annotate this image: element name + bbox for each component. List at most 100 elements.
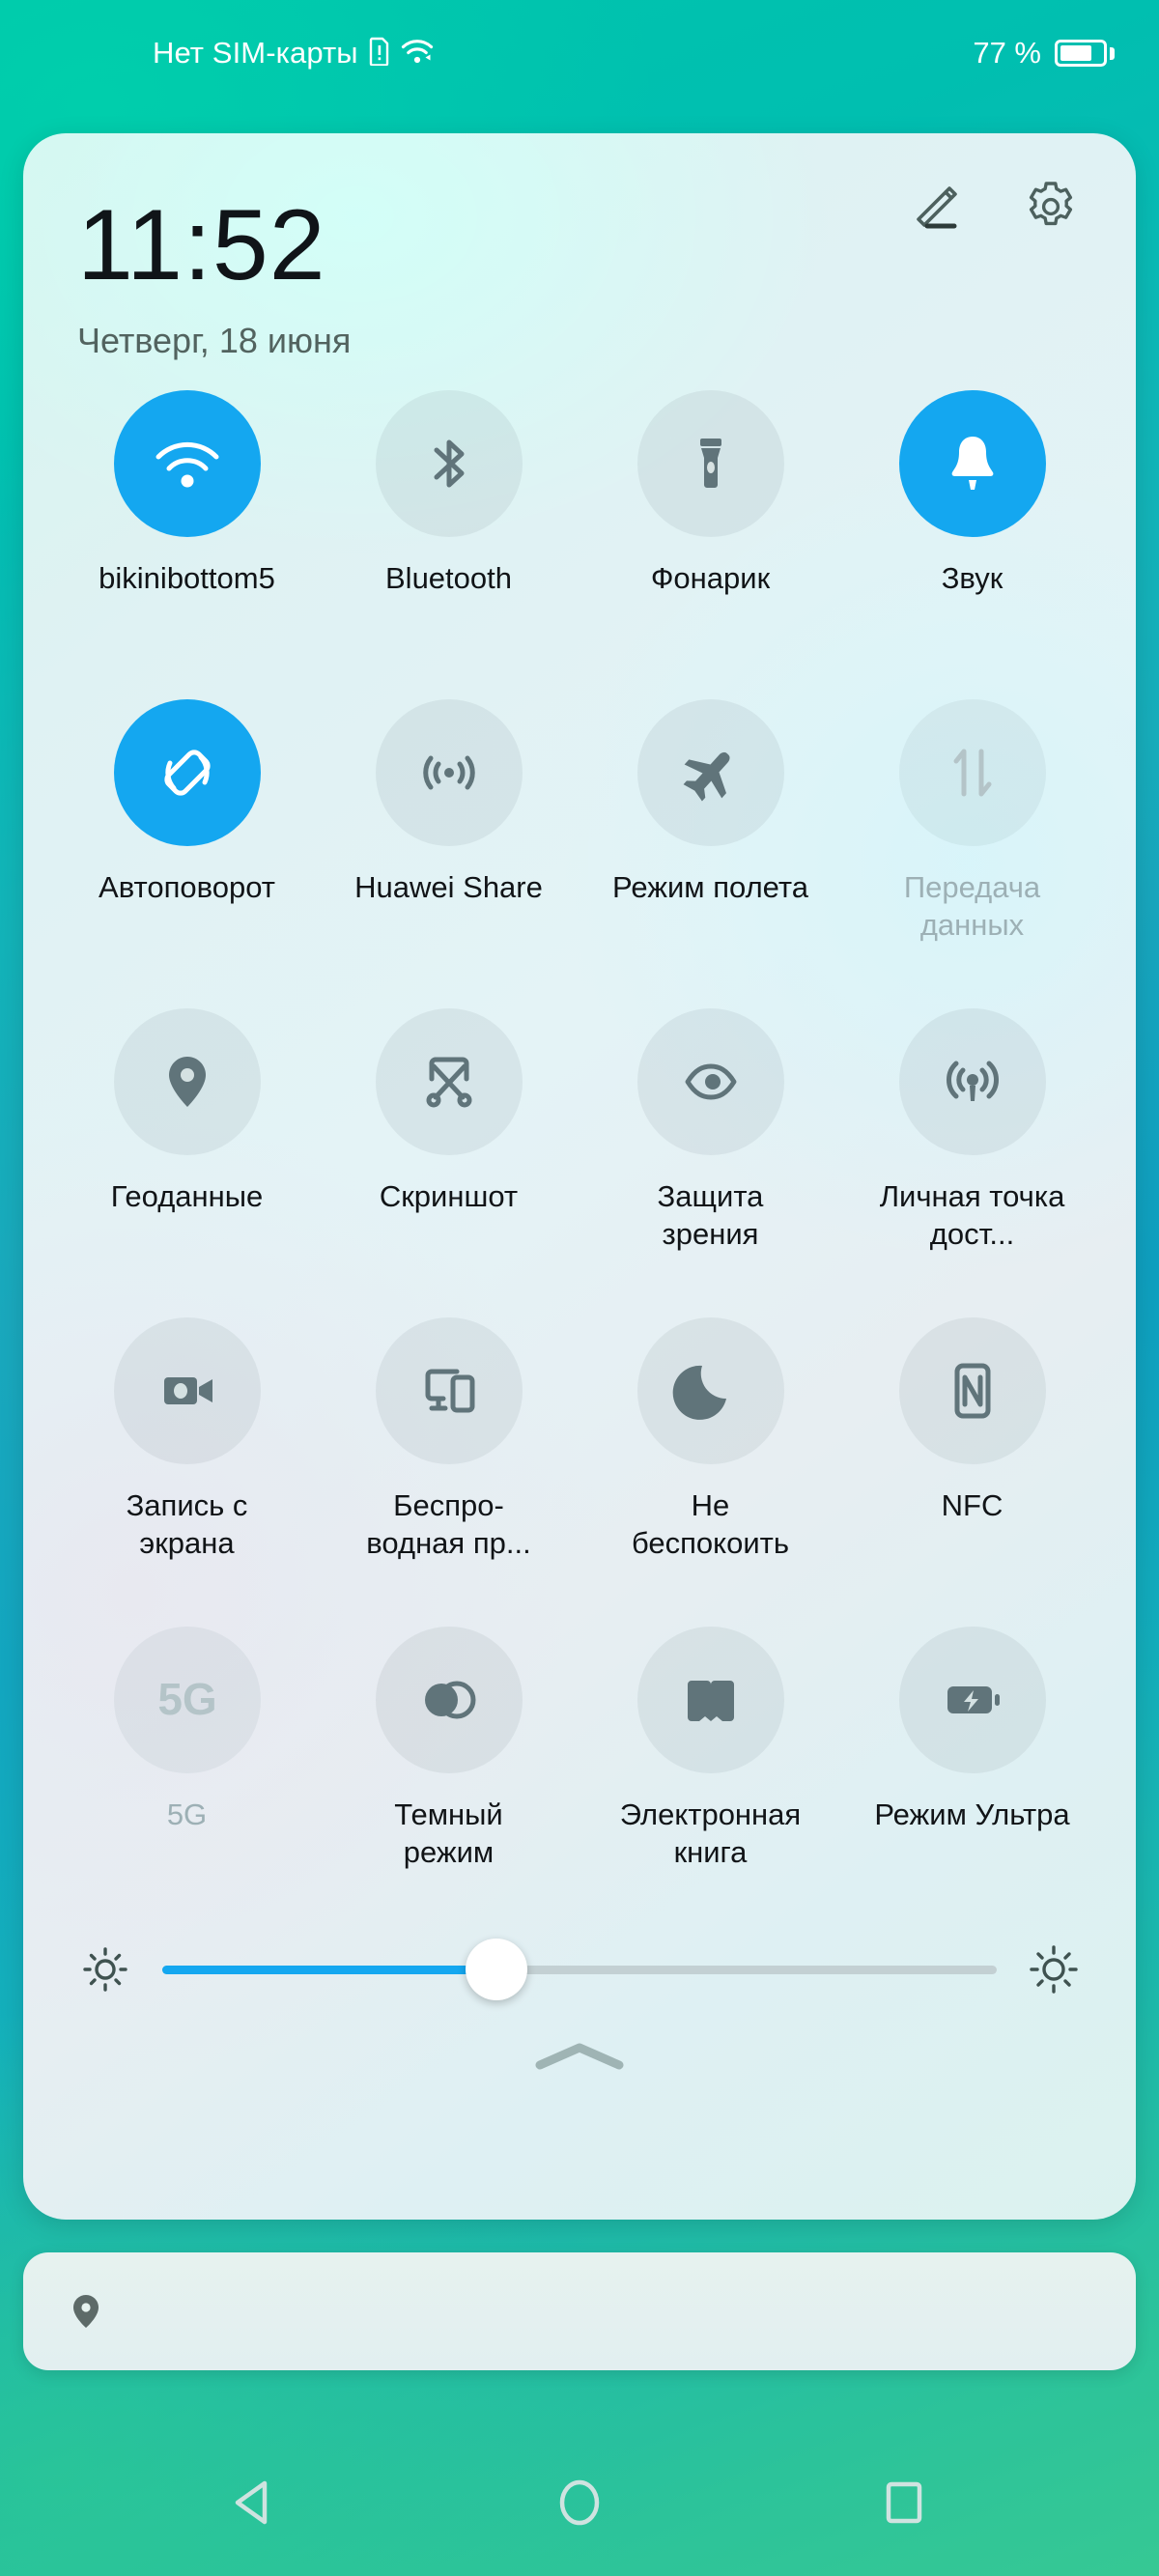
tile-mobile-data[interactable]: Передача данных: [841, 666, 1103, 976]
battery-icon: [1055, 40, 1115, 67]
svg-text:5G: 5G: [157, 1674, 216, 1724]
tile-ebook[interactable]: Электронная книга: [580, 1594, 841, 1903]
brightness-low-icon[interactable]: [77, 1941, 133, 1997]
tile-wireless-projection[interactable]: Беспро-водная пр...: [318, 1285, 580, 1594]
tile-label: Беспро-водная пр...: [366, 1488, 531, 1560]
data-transfer-icon: [953, 749, 991, 797]
tile-wifi-circle: [113, 390, 261, 537]
panel-header-actions: [908, 178, 1080, 236]
quick-settings-panel: 11:52 Четверг, 18 июня bikinibottom5 Blu…: [23, 133, 1136, 2220]
book-icon: [687, 1681, 734, 1721]
status-bar: Нет SIM-карты 77 %: [0, 0, 1159, 106]
navigation-bar: [0, 2429, 1159, 2576]
scissors-icon: [426, 1057, 471, 1108]
tile-label: Скриншот: [379, 1179, 519, 1213]
flashlight-icon: [699, 439, 721, 488]
tile-flashlight-circle: [636, 390, 784, 537]
tile-eye-comfort-circle: [636, 1008, 784, 1155]
tile-label: Геоданные: [110, 1179, 264, 1213]
nfc-icon: [954, 1363, 990, 1419]
airplane-icon: [683, 751, 730, 802]
tile-ultra-power-saving-circle: [898, 1627, 1046, 1773]
tile-do-not-disturb[interactable]: Не беспокоить: [580, 1285, 841, 1594]
slider-thumb[interactable]: [465, 1939, 527, 2000]
location-pin-icon: [168, 1057, 206, 1107]
tile-eye-comfort[interactable]: Защита зрения: [580, 976, 841, 1285]
tile-screenshot[interactable]: Скриншот: [318, 976, 580, 1285]
tile-bluetooth-circle: [375, 390, 523, 537]
auto-rotate-icon: [163, 750, 211, 796]
home-circle-icon: [559, 2479, 600, 2526]
notification-card[interactable]: [23, 2252, 1136, 2370]
tile-screen-record[interactable]: Запись с экрана: [56, 1285, 318, 1594]
tile-label: Электронная книга: [619, 1798, 802, 1869]
tile-do-not-disturb-circle: [636, 1317, 784, 1464]
tile-nfc[interactable]: NFC: [841, 1285, 1103, 1594]
tile-label: Режим Ультра: [874, 1798, 1070, 1831]
tile-label: Звук: [941, 561, 1004, 595]
slider-track-fill: [162, 1965, 496, 1974]
bell-icon: [951, 437, 993, 490]
tile-label: Темный режим: [394, 1798, 503, 1869]
tile-label: 5G: [166, 1798, 208, 1831]
tile-huawei-share-circle: [375, 699, 523, 846]
home-button[interactable]: [533, 2456, 626, 2549]
tile-label: Bluetooth: [385, 561, 512, 595]
pencil-icon[interactable]: [908, 178, 966, 236]
gear-icon[interactable]: [1022, 178, 1080, 236]
tile-nfc-circle: [898, 1317, 1046, 1464]
tile-bluetooth[interactable]: Bluetooth: [318, 357, 580, 666]
tile-mobile-data-circle: [898, 699, 1046, 846]
tile-label: Не беспокоить: [632, 1488, 789, 1560]
moon-icon: [672, 1365, 726, 1420]
tile-flashlight[interactable]: Фонарик: [580, 357, 841, 666]
tile-screenshot-circle: [375, 1008, 523, 1155]
tile-wireless-projection-circle: [375, 1317, 523, 1464]
tile-label: bikinibottom5: [99, 561, 275, 595]
screen-record-icon: [163, 1377, 212, 1404]
carrier-label: Нет SIM-карты: [153, 36, 358, 70]
panel-date: Четверг, 18 июня: [77, 321, 352, 360]
huawei-share-icon: [422, 755, 475, 790]
tile-hotspot[interactable]: Личная точка дост...: [841, 976, 1103, 1285]
brightness-high-icon[interactable]: [1026, 1941, 1082, 1997]
tile-label: Huawei Share: [354, 870, 543, 904]
brightness-control: [23, 1903, 1136, 2000]
sim-alert-icon: [369, 37, 390, 71]
tile-ultra-power-saving[interactable]: Режим Ультра: [841, 1594, 1103, 1903]
back-button[interactable]: [209, 2456, 301, 2549]
tile-label: Автоповорот: [99, 870, 275, 904]
tile-label: Запись с экрана: [126, 1488, 248, 1560]
tile-dark-mode-circle: [375, 1627, 523, 1773]
eye-icon: [685, 1063, 736, 1100]
tile-dark-mode[interactable]: Темный режим: [318, 1594, 580, 1903]
wifi-icon: [155, 441, 218, 488]
status-bar-right: 77 %: [973, 36, 1115, 71]
tile-5g[interactable]: 5G 5G: [56, 1594, 318, 1903]
five-g-icon: 5G: [157, 1674, 216, 1724]
tile-hotspot-circle: [898, 1008, 1046, 1155]
battery-percent-label: 77 %: [973, 36, 1041, 70]
cast-icon: [425, 1369, 474, 1413]
tile-5g-circle: 5G: [113, 1627, 261, 1773]
tile-location[interactable]: Геоданные: [56, 976, 318, 1285]
tile-sound[interactable]: Звук: [841, 357, 1103, 666]
tile-wifi[interactable]: bikinibottom5: [56, 357, 318, 666]
panel-header: 11:52 Четверг, 18 июня: [23, 133, 1136, 360]
tile-ebook-circle: [636, 1627, 784, 1773]
recents-button[interactable]: [858, 2456, 950, 2549]
panel-collapse-handle[interactable]: [23, 2038, 1136, 2077]
tile-airplane-mode-circle: [636, 699, 784, 846]
brightness-slider[interactable]: [162, 1939, 997, 2000]
wifi-icon: [401, 38, 434, 70]
tile-auto-rotate[interactable]: Автоповорот: [56, 666, 318, 976]
tile-huawei-share[interactable]: Huawei Share: [318, 666, 580, 976]
hotspot-icon: [946, 1061, 999, 1101]
dark-mode-icon: [424, 1681, 475, 1719]
chevron-up-icon: [535, 2043, 624, 2070]
tile-auto-rotate-circle: [113, 699, 261, 846]
quick-settings-tiles: bikinibottom5 Bluetooth Фонарик Звук Авт…: [23, 336, 1136, 1903]
tile-airplane-mode[interactable]: Режим полета: [580, 666, 841, 976]
tile-label: NFC: [941, 1488, 1004, 1522]
location-pin-icon: [66, 2291, 106, 2332]
